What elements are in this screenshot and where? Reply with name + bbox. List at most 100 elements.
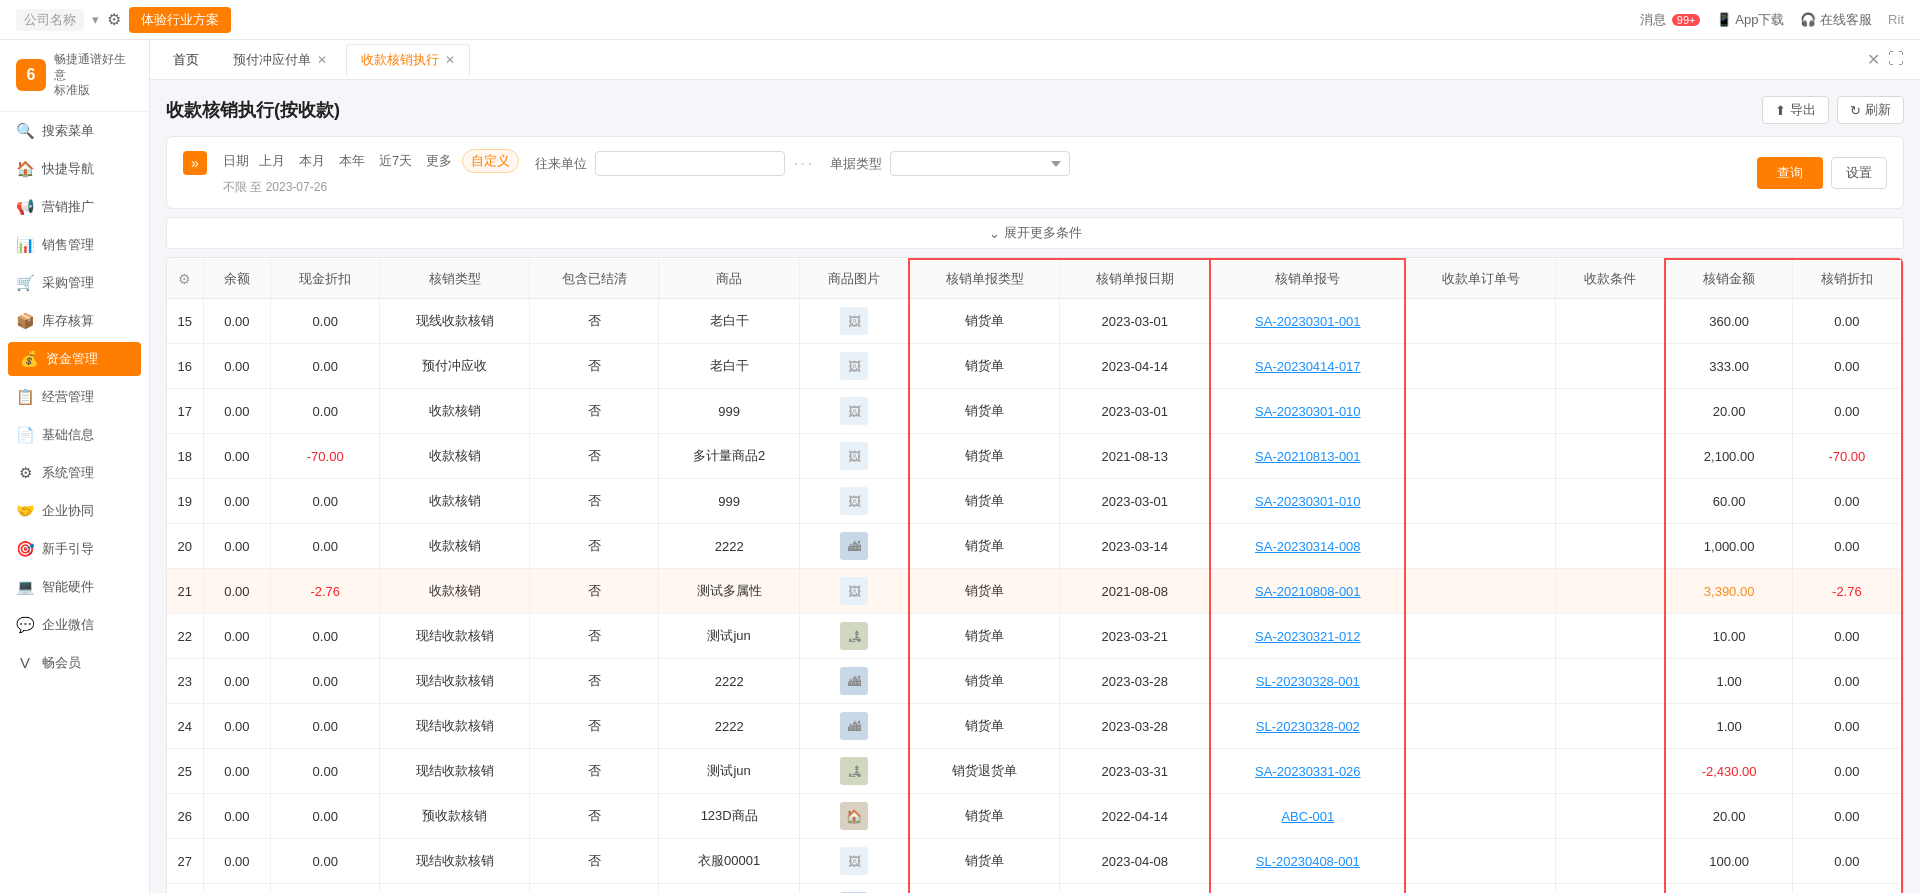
dots-button[interactable]: ··· [793,153,814,174]
date-this-month[interactable]: 本月 [295,150,329,172]
cell-writeoff-type: 现结收款核销 [380,884,530,894]
sidebar-item-inventory[interactable]: 📦 库存核算 [0,302,149,340]
cell-bill-report-no[interactable]: SL-20230328-001 [1210,659,1405,704]
date-last-month[interactable]: 上月 [255,150,289,172]
window-close-icon[interactable]: ✕ [1867,50,1880,69]
cell-goods: 123D商品 [659,794,800,839]
cell-bill-report-no[interactable]: ABC-001 [1210,794,1405,839]
date-custom[interactable]: 自定义 [462,149,519,173]
cell-bill-report-no[interactable]: SA-20230314-008 [1210,524,1405,569]
tab-home[interactable]: 首页 [158,44,214,75]
cell-bill-report-no[interactable]: SA-20230321-012 [1210,614,1405,659]
sidebar-item-guide[interactable]: 🎯 新手引导 [0,530,149,568]
sidebar-item-search[interactable]: 🔍 搜索菜单 [0,112,149,150]
refresh-button[interactable]: ↻ 刷新 [1837,96,1904,124]
cell-goods-img: 🏙 [800,659,910,704]
sidebar-item-hardware[interactable]: 💻 智能硬件 [0,568,149,606]
cell-bill-report-no[interactable]: SA-20230414-017 [1210,344,1405,389]
sidebar-item-label: 采购管理 [42,274,94,292]
party-input[interactable] [595,151,785,176]
cell-bill-report-no[interactable]: SA-20210813-001 [1210,434,1405,479]
sidebar-item-system[interactable]: ⚙ 系统管理 [0,454,149,492]
cell-writeoff-amount: 1.00 [1665,659,1792,704]
table-row: 15 0.00 0.00 现线收款核销 否 老白干 🖼 销货单 2023-03-… [167,299,1902,344]
cell-idx: 23 [167,659,203,704]
cell-bill-report-no[interactable]: SL-20230328-002 [1210,704,1405,749]
cell-writeoff-type: 收款核销 [380,524,530,569]
filter-date-group: 日期 上月 本月 本年 近7天 更多 自定义 不限 至 2023-07-26 [223,149,519,196]
cell-receipt-condition [1556,569,1666,614]
th-settings[interactable]: ⚙ [167,259,203,299]
tab-prepaid[interactable]: 预付冲应付单 ✕ [218,44,342,75]
user-name[interactable]: Rit [1888,12,1904,27]
window-expand-icon[interactable]: ⛶ [1888,50,1904,69]
sidebar-item-marketing[interactable]: 📢 营销推广 [0,188,149,226]
cell-cash-discount: 0.00 [271,524,380,569]
top-bar-left: 公司名称 ▾ ⚙ 体验行业方案 [16,7,1628,33]
sidebar-item-purchase[interactable]: 🛒 采购管理 [0,264,149,302]
query-button[interactable]: 查询 [1757,157,1823,189]
table-row: 28 0.00 0.00 现结收款核销 否 2222 🏙 销货单 2023-04… [167,884,1902,894]
tab-actions: ✕ ⛶ [1859,50,1912,69]
cell-bill-report-no[interactable]: SA-20210808-001 [1210,569,1405,614]
system-icon: ⚙ [16,464,34,482]
date-more[interactable]: 更多 [422,150,456,172]
cell-receipt-condition [1556,614,1666,659]
cell-receipt-order-no [1405,344,1556,389]
message-link[interactable]: 消息 99+ [1640,11,1700,29]
purchase-icon: 🛒 [16,274,34,292]
sidebar-item-operation[interactable]: 📋 经营管理 [0,378,149,416]
solution-button[interactable]: 体验行业方案 [129,7,231,33]
cell-included-settled: 否 [529,884,658,894]
filter-expand-button[interactable]: » [183,151,207,175]
settings-icon[interactable]: ⚙ [107,10,121,29]
cell-writeoff-type: 收款核销 [380,569,530,614]
cell-goods-img: 🖼 [800,434,910,479]
cell-included-settled: 否 [529,839,658,884]
sidebar-item-member[interactable]: V 畅会员 [0,644,149,682]
cell-idx: 26 [167,794,203,839]
company-name[interactable]: 公司名称 [16,9,84,31]
column-settings-icon[interactable]: ⚙ [178,271,191,287]
tab-writeoff[interactable]: 收款核销执行 ✕ [346,44,470,77]
cell-idx: 16 [167,344,203,389]
online-service-link[interactable]: 🎧 在线客服 [1800,11,1872,29]
table-scroll[interactable]: ⚙ 余额 现金折扣 核销类型 包含已结清 商品 商品图片 核销单报类型 核销单报… [167,258,1903,893]
cell-writeoff-amount: 1,000.00 [1665,524,1792,569]
writeoff-tab-close[interactable]: ✕ [445,53,455,67]
date-7days[interactable]: 近7天 [375,150,416,172]
dropdown-icon[interactable]: ▾ [92,12,99,27]
th-goods-img: 商品图片 [800,259,910,299]
sidebar-item-enterprise[interactable]: 🤝 企业协同 [0,492,149,530]
prepaid-tab-close[interactable]: ✕ [317,53,327,67]
sidebar-item-quicknav[interactable]: 🏠 快捷导航 [0,150,149,188]
sidebar-item-basic[interactable]: 📄 基础信息 [0,416,149,454]
cell-goods-img: 🏙 [800,704,910,749]
cell-balance: 0.00 [203,434,271,479]
cell-bill-report-no[interactable]: SL-20230418-001 [1210,884,1405,894]
cell-writeoff-discount: 0.00 [1792,884,1902,894]
cell-bill-report-no[interactable]: SA-20230331-026 [1210,749,1405,794]
layout: 6 畅捷通谱好生意 标准版 🔍 搜索菜单 🏠 快捷导航 📢 营销推广 📊 销售管… [0,40,1920,893]
cell-bill-report-no[interactable]: SA-20230301-010 [1210,389,1405,434]
cell-cash-discount: 0.00 [271,614,380,659]
sidebar-item-sales[interactable]: 📊 销售管理 [0,226,149,264]
cell-receipt-condition [1556,794,1666,839]
cell-writeoff-type: 现结收款核销 [380,614,530,659]
expand-more-bar[interactable]: ⌄ 展开更多条件 [166,217,1904,249]
bill-type-select[interactable] [890,151,1070,176]
cell-bill-report-date: 2023-04-18 [1060,884,1211,894]
cell-receipt-condition [1556,749,1666,794]
sidebar-item-finance[interactable]: 💰 资金管理 [8,342,141,376]
cell-bill-report-no[interactable]: SA-20230301-001 [1210,299,1405,344]
filter-settings-button[interactable]: 设置 [1831,157,1887,189]
cell-bill-report-no[interactable]: SA-20230301-010 [1210,479,1405,524]
cell-bill-report-date: 2023-03-28 [1060,659,1211,704]
date-this-year[interactable]: 本年 [335,150,369,172]
cell-bill-report-no[interactable]: SL-20230408-001 [1210,839,1405,884]
sidebar-item-wechat[interactable]: 💬 企业微信 [0,606,149,644]
cell-bill-report-date: 2023-03-01 [1060,479,1211,524]
app-download-link[interactable]: 📱 App下载 [1716,11,1784,29]
export-button[interactable]: ⬆ 导出 [1762,96,1829,124]
cell-goods: 2222 [659,524,800,569]
